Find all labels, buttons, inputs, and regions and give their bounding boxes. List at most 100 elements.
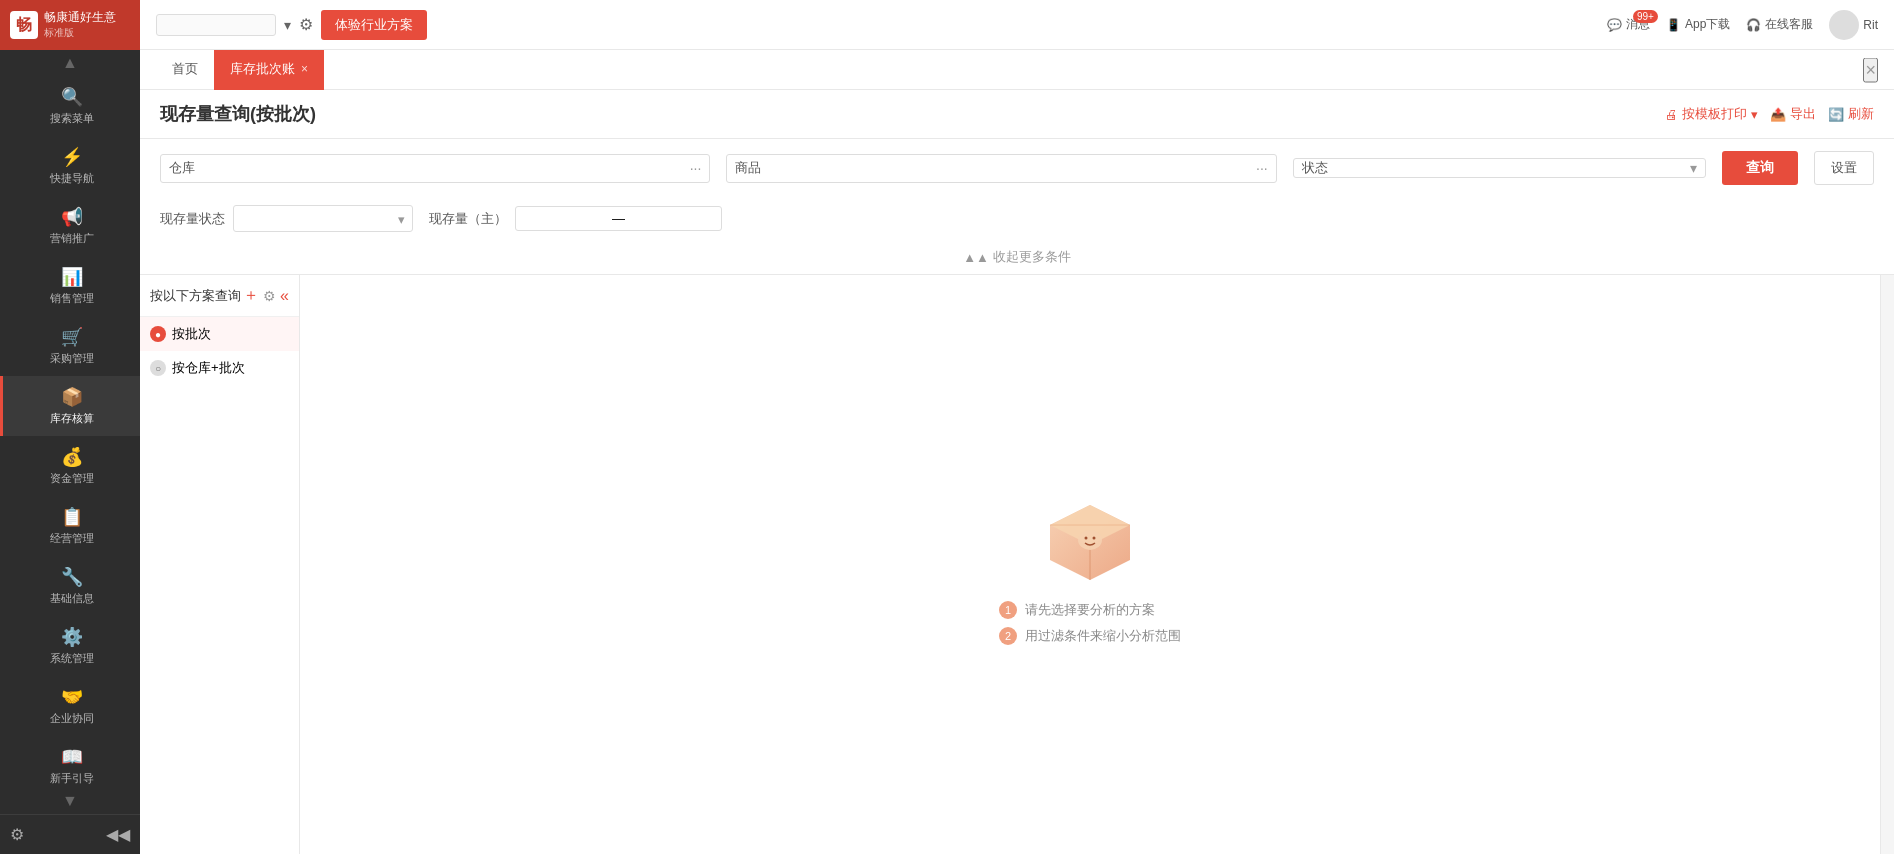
scroll-down-btn[interactable]: ▼	[0, 788, 140, 814]
collapse-filters-btn[interactable]: ▲▲ 收起更多条件	[140, 240, 1894, 274]
purchase-icon: 🛒	[61, 326, 83, 348]
sidebar-item-collab[interactable]: 🤝 企业协同	[0, 676, 140, 736]
scheme-item-label: 按批次	[172, 325, 211, 343]
main-area: ▾ ⚙ 体验行业方案 💬 消息 99+ 📱 App下载 🎧 在线客服 Rit	[140, 0, 1894, 854]
stock-qty-label: 现存量（主）	[429, 210, 507, 228]
sidebar-item-label: 新手引导	[50, 771, 94, 786]
add-scheme-btn[interactable]: ＋	[243, 285, 259, 306]
tab-home[interactable]: 首页	[156, 50, 214, 90]
message-icon: 💬	[1607, 18, 1622, 32]
sidebar-item-purchase[interactable]: 🛒 采购管理	[0, 316, 140, 376]
sidebar-item-quick-nav[interactable]: ⚡ 快捷导航	[0, 136, 140, 196]
warehouse-filter: 仓库 ···	[160, 154, 710, 183]
topbar-gear-btn[interactable]: ⚙	[299, 15, 313, 34]
sidebar-item-search[interactable]: 🔍 搜索菜单	[0, 76, 140, 136]
messages-btn[interactable]: 💬 消息 99+	[1607, 16, 1650, 33]
filter-row-2: 现存量状态 现存量（主） —	[140, 197, 1894, 240]
sidebar-nav: 🔍 搜索菜单 ⚡ 快捷导航 📢 营销推广 📊 销售管理 🛒 采购管理 📦 库存核…	[0, 76, 140, 788]
scheme-item-batch[interactable]: ● 按批次	[140, 317, 299, 351]
sidebar-item-operations[interactable]: 📋 经营管理	[0, 496, 140, 556]
sidebar-item-sales[interactable]: 📊 销售管理	[0, 256, 140, 316]
footer-collapse-btn[interactable]: ◀◀	[106, 825, 130, 844]
print-label: 按模板打印	[1682, 105, 1747, 123]
sidebar-item-label: 企业协同	[50, 711, 94, 726]
empty-illustration	[1030, 485, 1150, 585]
app-download-btn[interactable]: 📱 App下载	[1666, 16, 1730, 33]
sidebar: 畅 畅康通好生意 标准版 ▲ 🔍 搜索菜单 ⚡ 快捷导航 📢 营销推广 📊 销售…	[0, 0, 140, 854]
newbie-icon: 📖	[61, 746, 83, 768]
page-close-btn[interactable]: ×	[1863, 57, 1878, 82]
stock-qty-field: 现存量（主） —	[429, 206, 722, 231]
basics-icon: 🔧	[61, 566, 83, 588]
product-more-btn[interactable]: ···	[1248, 156, 1276, 180]
app-download-icon: 📱	[1666, 18, 1681, 32]
filter-settings-btn[interactable]: 设置	[1814, 151, 1874, 185]
warehouse-input[interactable]	[203, 155, 682, 182]
sidebar-item-basics[interactable]: 🔧 基础信息	[0, 556, 140, 616]
sidebar-item-label: 系统管理	[50, 651, 94, 666]
qty-from-input[interactable]	[526, 211, 606, 226]
refresh-btn[interactable]: 🔄 刷新	[1828, 105, 1874, 123]
app-edition: 标准版	[44, 26, 116, 40]
stock-status-field: 现存量状态	[160, 205, 413, 232]
data-area: 1 请先选择要分析的方案 2 用过滤条件来缩小分析范围	[300, 275, 1880, 854]
filter-panel: 仓库 ··· 商品 ··· 状态 ▾ 查询	[140, 139, 1894, 275]
warehouse-label: 仓库	[161, 159, 203, 177]
status-dropdown-icon[interactable]: ▾	[1682, 160, 1705, 176]
user-name: Rit	[1863, 18, 1878, 32]
sales-icon: 📊	[61, 266, 83, 288]
sidebar-item-inventory[interactable]: 📦 库存核算	[0, 376, 140, 436]
stock-status-select[interactable]	[233, 205, 413, 232]
warehouse-more-btn[interactable]: ···	[682, 156, 710, 180]
product-filter: 商品 ···	[726, 154, 1276, 183]
app-download-label: App下载	[1685, 16, 1730, 33]
online-service-btn[interactable]: 🎧 在线客服	[1746, 16, 1813, 33]
content-body: 按以下方案查询 ＋ ⚙ « ● 按批次 ○ 按仓库+批次	[140, 275, 1894, 854]
page-header: 现存量查询(按批次) 🖨 按模板打印 ▾ 📤 导出 🔄 刷新	[140, 90, 1894, 139]
industry-btn[interactable]: 体验行业方案	[321, 10, 427, 40]
stock-qty-range: —	[515, 206, 722, 231]
refresh-label: 刷新	[1848, 105, 1874, 123]
footer-settings-btn[interactable]: ⚙	[10, 825, 24, 844]
right-scrollbar[interactable]	[1880, 275, 1894, 854]
scheme-panel-title: 按以下方案查询	[150, 287, 241, 305]
sidebar-item-label: 经营管理	[50, 531, 94, 546]
svg-point-5	[1085, 536, 1088, 539]
sidebar-item-marketing[interactable]: 📢 营销推广	[0, 196, 140, 256]
tip-num-2: 2	[999, 627, 1017, 645]
scheme-panel-header: 按以下方案查询 ＋ ⚙ «	[140, 275, 299, 317]
product-input[interactable]	[769, 155, 1248, 182]
scheme-panel-actions: ＋ ⚙ «	[243, 285, 289, 306]
breadcrumb-input[interactable]	[156, 14, 276, 36]
page-header-actions: 🖨 按模板打印 ▾ 📤 导出 🔄 刷新	[1665, 105, 1874, 123]
page-title: 现存量查询(按批次)	[160, 102, 316, 126]
qty-to-input[interactable]	[631, 211, 711, 226]
sidebar-item-system[interactable]: ⚙️ 系统管理	[0, 616, 140, 676]
query-btn[interactable]: 查询	[1722, 151, 1798, 185]
tip-num-1: 1	[999, 601, 1017, 619]
scheme-settings-btn[interactable]: ⚙	[263, 288, 276, 304]
sidebar-item-label: 资金管理	[50, 471, 94, 486]
print-btn[interactable]: 🖨 按模板打印 ▾	[1665, 105, 1758, 123]
export-btn[interactable]: 📤 导出	[1770, 105, 1816, 123]
sidebar-item-label: 采购管理	[50, 351, 94, 366]
content-area: 现存量查询(按批次) 🖨 按模板打印 ▾ 📤 导出 🔄 刷新	[140, 90, 1894, 854]
sidebar-item-newbie[interactable]: 📖 新手引导	[0, 736, 140, 788]
tab-home-label: 首页	[172, 60, 198, 78]
export-label: 导出	[1790, 105, 1816, 123]
notif-badge: 99+	[1633, 10, 1658, 23]
tab-close-btn[interactable]: ×	[301, 62, 308, 76]
user-profile-btn[interactable]: Rit	[1829, 10, 1878, 40]
scroll-up-btn[interactable]: ▲	[0, 50, 140, 76]
collapse-up-icon: ▲▲	[963, 250, 989, 265]
tab-inventory-batch[interactable]: 库存批次账 ×	[214, 50, 324, 90]
service-icon: 🎧	[1746, 18, 1761, 32]
product-label: 商品	[727, 159, 769, 177]
collapse-scheme-btn[interactable]: «	[280, 287, 289, 305]
breadcrumb-dropdown-btn[interactable]: ▾	[284, 17, 291, 33]
topbar: ▾ ⚙ 体验行业方案 💬 消息 99+ 📱 App下载 🎧 在线客服 Rit	[140, 0, 1894, 50]
sidebar-item-finance[interactable]: 💰 资金管理	[0, 436, 140, 496]
scheme-item-warehouse-batch[interactable]: ○ 按仓库+批次	[140, 351, 299, 385]
sidebar-item-label: 库存核算	[50, 411, 94, 426]
scheme-panel: 按以下方案查询 ＋ ⚙ « ● 按批次 ○ 按仓库+批次	[140, 275, 300, 854]
